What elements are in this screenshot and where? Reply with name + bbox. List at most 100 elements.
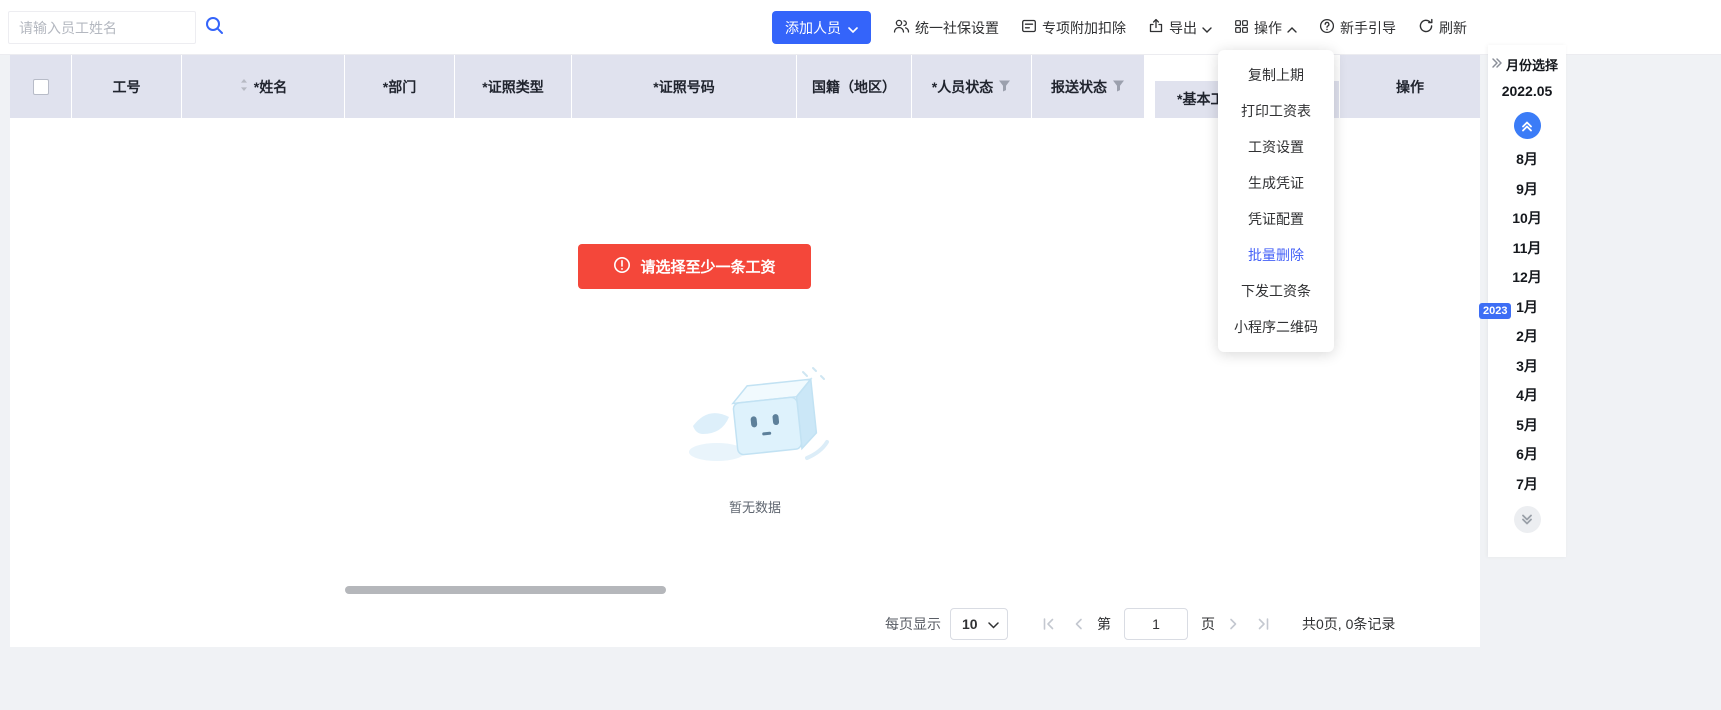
column-label: 操作 — [1396, 78, 1424, 95]
document-icon — [1021, 18, 1037, 37]
warning-icon — [613, 256, 631, 278]
column-label: 工号 — [112, 78, 141, 95]
frozen-column-divider — [1145, 55, 1155, 118]
last-page-button[interactable] — [1248, 616, 1278, 632]
sort-icon[interactable] — [239, 78, 249, 95]
column-header-employee-id: 工号 — [72, 55, 182, 118]
empty-box-illustration — [675, 367, 835, 482]
search-icon[interactable] — [204, 15, 224, 40]
export-icon — [1148, 18, 1164, 37]
grid-icon — [1234, 19, 1249, 37]
operations-dropdown-menu: 复制上期 打印工资表 工资设置 生成凭证 凭证配置 批量删除 下发工资条 小程序… — [1218, 50, 1334, 352]
guide-button[interactable]: 新手引导 — [1319, 18, 1396, 38]
operations-button[interactable]: 操作 — [1234, 18, 1297, 38]
menu-item-copy-previous[interactable]: 复制上期 — [1218, 57, 1334, 93]
refresh-button[interactable]: 刷新 — [1418, 18, 1467, 38]
month-item-jul[interactable]: 7月 — [1488, 470, 1566, 500]
export-button[interactable]: 导出 — [1148, 18, 1212, 38]
column-label: *证照类型 — [482, 78, 544, 95]
month-item-nov[interactable]: 11月 — [1488, 234, 1566, 264]
refresh-label: 刷新 — [1439, 19, 1467, 36]
scroll-months-down-button[interactable] — [1513, 506, 1541, 533]
empty-state: 暂无数据 — [665, 360, 845, 516]
column-label: *部门 — [382, 78, 417, 95]
page-prefix-label: 第 — [1097, 616, 1111, 632]
page-number-input[interactable] — [1124, 608, 1188, 640]
month-item-aug[interactable]: 8月 — [1488, 145, 1566, 175]
horizontal-scrollbar[interactable] — [345, 586, 666, 594]
per-page-select[interactable]: 10 — [950, 608, 1008, 640]
records-summary: 共0页, 0条记录 — [1302, 616, 1396, 632]
scroll-months-up-button[interactable] — [1513, 112, 1541, 139]
month-panel-header: 月份选择 — [1488, 45, 1566, 74]
pagination-bar: 每页显示 10 第 页 共0页, 0条记录 — [885, 606, 1395, 642]
add-person-button[interactable]: 添加人员 — [772, 11, 871, 44]
column-label: *人员状态 — [931, 78, 994, 95]
toolbar-actions: 添加人员 统一社保设置 专项附加扣除 导出 操作 新手引导 刷新 — [772, 0, 1467, 55]
next-page-button[interactable] — [1218, 616, 1248, 632]
collapse-panel-icon[interactable] — [1491, 56, 1503, 74]
column-label: 报送状态 — [1051, 78, 1107, 95]
filter-icon[interactable] — [998, 79, 1011, 95]
column-label: *姓名 — [253, 78, 288, 95]
filter-icon[interactable] — [1112, 79, 1125, 95]
chevron-down-icon — [988, 616, 999, 632]
column-header-certificate-type: *证照类型 — [455, 55, 572, 118]
chevron-up-icon — [1287, 20, 1297, 36]
social-security-button[interactable]: 统一社保设置 — [893, 18, 999, 38]
export-label: 导出 — [1169, 19, 1197, 36]
column-label: *证照号码 — [653, 78, 715, 95]
chevron-down-icon — [1202, 20, 1212, 36]
guide-label: 新手引导 — [1340, 19, 1396, 36]
month-item-jun[interactable]: 6月 — [1488, 440, 1566, 470]
menu-item-voucher-config[interactable]: 凭证配置 — [1218, 201, 1334, 237]
menu-item-salary-settings[interactable]: 工资设置 — [1218, 129, 1334, 165]
first-page-button[interactable] — [1034, 616, 1064, 632]
special-deduction-label: 专项附加扣除 — [1042, 19, 1126, 36]
column-header-department: *部门 — [345, 55, 455, 118]
prev-page-button[interactable] — [1064, 616, 1094, 632]
year-badge: 2023 — [1479, 303, 1512, 319]
month-selector-panel: 月份选择 2022.05 8月 9月 10月 11月 12月 1月 2月 3月 … — [1488, 45, 1566, 557]
month-panel-title: 月份选择 — [1506, 58, 1559, 73]
column-label: 国籍（地区） — [812, 78, 896, 95]
chevron-down-icon — [848, 20, 858, 36]
select-all-checkbox[interactable] — [32, 78, 49, 95]
menu-item-batch-delete[interactable]: 批量删除 — [1218, 237, 1334, 273]
month-item-mar[interactable]: 3月 — [1488, 352, 1566, 382]
employee-search — [8, 11, 224, 44]
menu-item-miniapp-qrcode[interactable]: 小程序二维码 — [1218, 309, 1334, 345]
add-person-label: 添加人员 — [785, 19, 841, 36]
warning-toast: 请选择至少一条工资 — [578, 244, 811, 289]
menu-item-send-payslip[interactable]: 下发工资条 — [1218, 273, 1334, 309]
selected-period: 2022.05 — [1501, 83, 1553, 99]
header-select-all-cell — [10, 55, 72, 118]
question-circle-icon — [1319, 18, 1335, 37]
column-header-certificate-number: *证照号码 — [572, 55, 797, 118]
toast-message: 请选择至少一条工资 — [640, 259, 776, 276]
column-header-report-status: 报送状态 — [1032, 55, 1145, 118]
column-header-actions: 操作 — [1340, 55, 1480, 118]
column-header-personnel-status: *人员状态 — [912, 55, 1032, 118]
per-page-label: 每页显示 — [885, 616, 941, 632]
month-item-may[interactable]: 5月 — [1488, 411, 1566, 441]
month-item-oct[interactable]: 10月 — [1488, 204, 1566, 234]
menu-item-print-payroll[interactable]: 打印工资表 — [1218, 93, 1334, 129]
page-suffix-label: 页 — [1201, 616, 1215, 632]
social-security-label: 统一社保设置 — [915, 19, 999, 36]
per-page-value: 10 — [962, 616, 978, 632]
month-item-dec[interactable]: 12月 — [1488, 263, 1566, 293]
empty-state-label: 暂无数据 — [728, 500, 781, 515]
special-deduction-button[interactable]: 专项附加扣除 — [1021, 18, 1126, 38]
column-header-name: *姓名 — [182, 55, 345, 118]
month-item-apr[interactable]: 4月 — [1488, 381, 1566, 411]
people-icon — [893, 18, 910, 37]
month-item-feb[interactable]: 2月 — [1488, 322, 1566, 352]
menu-item-generate-voucher[interactable]: 生成凭证 — [1218, 165, 1334, 201]
month-item-sep[interactable]: 9月 — [1488, 175, 1566, 205]
top-toolbar: 添加人员 统一社保设置 专项附加扣除 导出 — [0, 0, 1721, 55]
refresh-icon — [1418, 18, 1434, 37]
operations-label: 操作 — [1254, 19, 1282, 36]
column-header-nationality: 国籍（地区） — [797, 55, 912, 118]
search-input[interactable] — [8, 11, 196, 44]
